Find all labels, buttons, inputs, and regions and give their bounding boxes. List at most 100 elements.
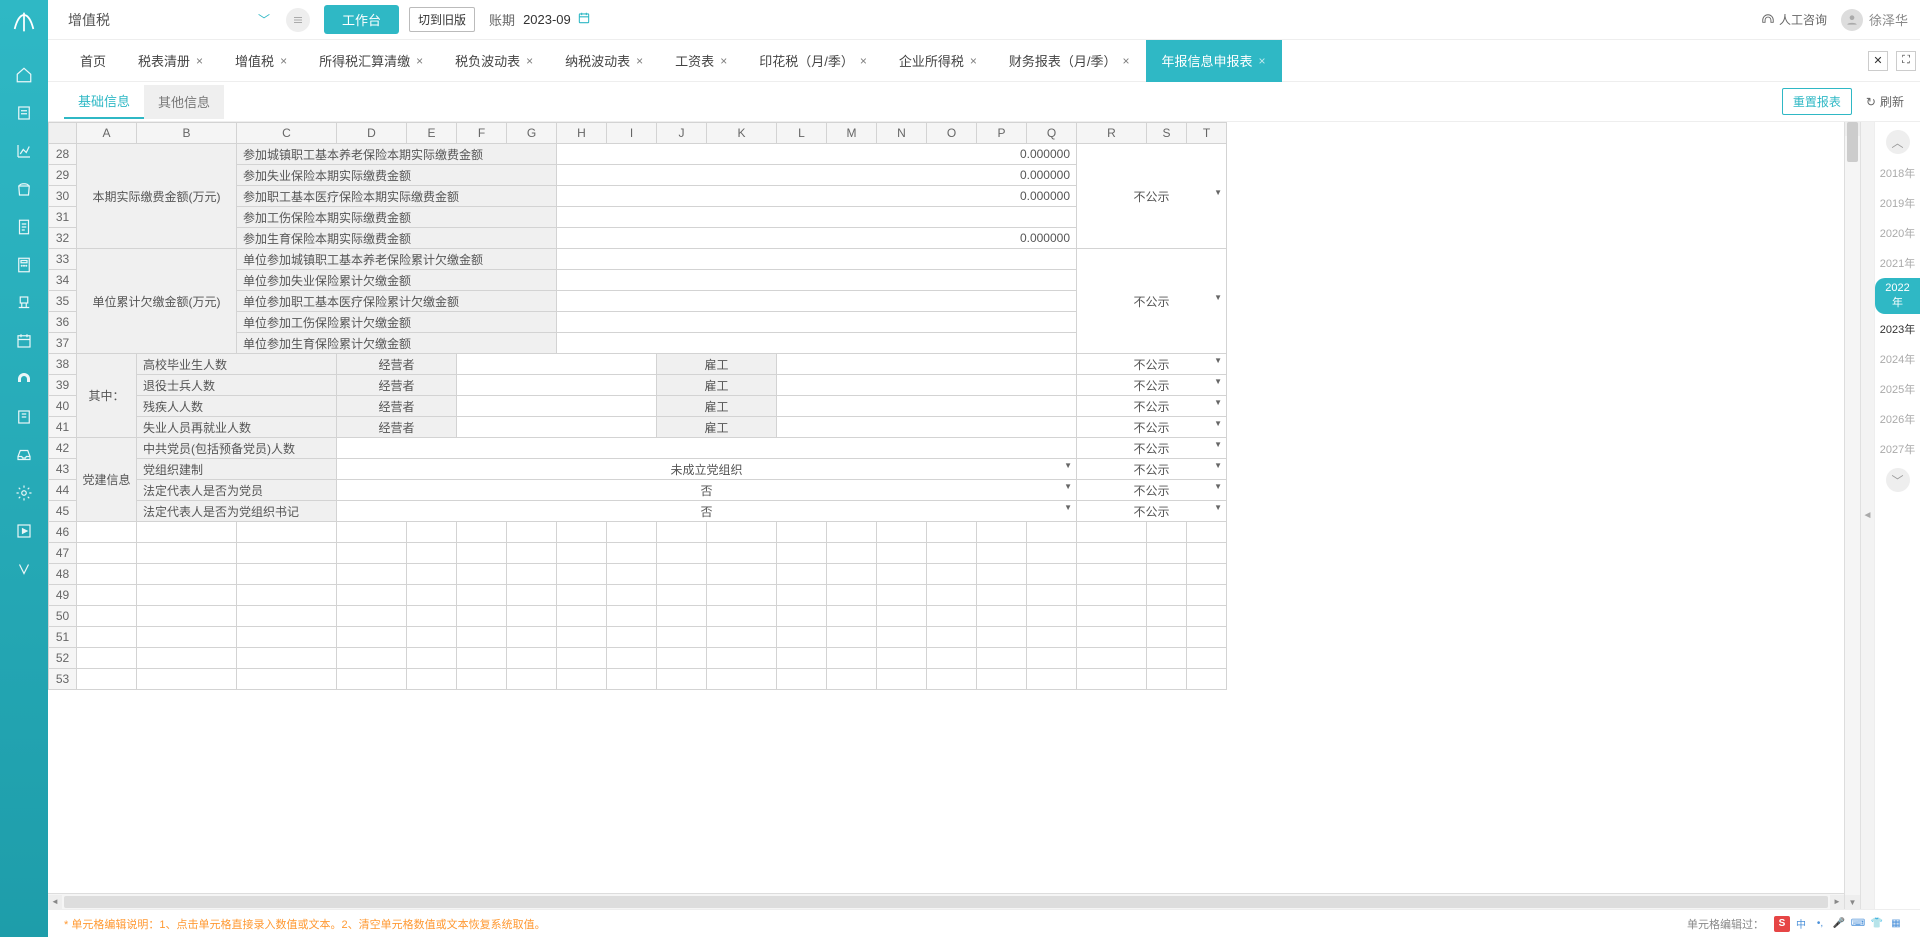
empty-cell[interactable] bbox=[1077, 648, 1147, 669]
cell-input[interactable] bbox=[777, 354, 1077, 375]
empty-cell[interactable] bbox=[457, 648, 507, 669]
tab-item[interactable]: 印花税（月/季）× bbox=[743, 40, 883, 82]
empty-cell[interactable] bbox=[1187, 627, 1227, 648]
empty-cell[interactable] bbox=[557, 648, 607, 669]
list-toggle-icon[interactable] bbox=[286, 8, 310, 32]
year-item[interactable]: 2020年 bbox=[1880, 218, 1915, 248]
ime-zhong-icon[interactable]: 中 bbox=[1793, 916, 1809, 932]
empty-cell[interactable] bbox=[927, 669, 977, 690]
row-head-38[interactable]: 38 bbox=[49, 354, 77, 375]
scroll-down-icon[interactable]: ▼ bbox=[1845, 895, 1860, 909]
col-head-J[interactable]: J bbox=[657, 123, 707, 144]
empty-cell[interactable] bbox=[827, 669, 877, 690]
empty-cell[interactable] bbox=[137, 606, 237, 627]
nav-inbox-icon[interactable] bbox=[6, 437, 42, 473]
empty-cell[interactable] bbox=[557, 669, 607, 690]
row-head-30[interactable]: 30 bbox=[49, 186, 77, 207]
tab-item[interactable]: 税表清册× bbox=[122, 40, 219, 82]
empty-cell[interactable] bbox=[1077, 522, 1147, 543]
tab-close-icon[interactable]: × bbox=[280, 54, 287, 68]
empty-cell[interactable] bbox=[507, 669, 557, 690]
tab-close-icon[interactable]: × bbox=[636, 54, 643, 68]
empty-cell[interactable] bbox=[407, 522, 457, 543]
year-item[interactable]: 2019年 bbox=[1880, 188, 1915, 218]
col-head-Q[interactable]: Q bbox=[1027, 123, 1077, 144]
empty-cell[interactable] bbox=[827, 522, 877, 543]
scroll-right-icon[interactable]: ► bbox=[1830, 895, 1844, 909]
empty-cell[interactable] bbox=[77, 522, 137, 543]
col-head-T[interactable]: T bbox=[1187, 123, 1227, 144]
empty-cell[interactable] bbox=[337, 648, 407, 669]
cell-value[interactable] bbox=[557, 270, 1077, 291]
row-head-46[interactable]: 46 bbox=[49, 522, 77, 543]
empty-cell[interactable] bbox=[657, 606, 707, 627]
tab-close-icon[interactable]: × bbox=[860, 54, 867, 68]
empty-cell[interactable] bbox=[657, 648, 707, 669]
empty-cell[interactable] bbox=[1077, 543, 1147, 564]
empty-cell[interactable] bbox=[607, 522, 657, 543]
row-head-41[interactable]: 41 bbox=[49, 417, 77, 438]
visibility-select[interactable]: 不公示 bbox=[1077, 438, 1227, 459]
empty-cell[interactable] bbox=[237, 564, 337, 585]
empty-cell[interactable] bbox=[137, 522, 237, 543]
empty-cell[interactable] bbox=[137, 585, 237, 606]
empty-cell[interactable] bbox=[777, 543, 827, 564]
empty-cell[interactable] bbox=[237, 606, 337, 627]
empty-cell[interactable] bbox=[977, 564, 1027, 585]
row-head-42[interactable]: 42 bbox=[49, 438, 77, 459]
tab-item[interactable]: 所得税汇算清缴× bbox=[303, 40, 439, 82]
empty-cell[interactable] bbox=[607, 648, 657, 669]
year-down-icon[interactable]: ﹀ bbox=[1886, 468, 1910, 492]
empty-cell[interactable] bbox=[237, 585, 337, 606]
empty-cell[interactable] bbox=[777, 627, 827, 648]
empty-cell[interactable] bbox=[407, 564, 457, 585]
empty-cell[interactable] bbox=[877, 648, 927, 669]
empty-cell[interactable] bbox=[827, 543, 877, 564]
empty-cell[interactable] bbox=[457, 627, 507, 648]
empty-cell[interactable] bbox=[507, 606, 557, 627]
empty-cell[interactable] bbox=[507, 648, 557, 669]
tab-item[interactable]: 纳税波动表× bbox=[549, 40, 659, 82]
empty-cell[interactable] bbox=[827, 564, 877, 585]
col-head-A[interactable]: A bbox=[77, 123, 137, 144]
empty-cell[interactable] bbox=[1077, 669, 1147, 690]
empty-cell[interactable] bbox=[927, 627, 977, 648]
empty-cell[interactable] bbox=[557, 543, 607, 564]
row-head-53[interactable]: 53 bbox=[49, 669, 77, 690]
empty-cell[interactable] bbox=[137, 564, 237, 585]
empty-cell[interactable] bbox=[1027, 648, 1077, 669]
empty-cell[interactable] bbox=[607, 585, 657, 606]
cell-input[interactable] bbox=[457, 354, 657, 375]
row-head-36[interactable]: 36 bbox=[49, 312, 77, 333]
empty-cell[interactable] bbox=[977, 627, 1027, 648]
row-head-39[interactable]: 39 bbox=[49, 375, 77, 396]
vertical-scrollbar[interactable]: ▲ ▼ bbox=[1844, 122, 1860, 909]
empty-cell[interactable] bbox=[557, 606, 607, 627]
empty-cell[interactable] bbox=[337, 543, 407, 564]
empty-cell[interactable] bbox=[557, 564, 607, 585]
empty-cell[interactable] bbox=[977, 522, 1027, 543]
year-item[interactable]: 2024年 bbox=[1880, 344, 1915, 374]
empty-cell[interactable] bbox=[237, 648, 337, 669]
nav-support-icon[interactable] bbox=[6, 361, 42, 397]
ime-punct-icon[interactable]: •, bbox=[1812, 916, 1828, 932]
cell-input[interactable] bbox=[777, 396, 1077, 417]
nav-settings-icon[interactable] bbox=[6, 475, 42, 511]
empty-cell[interactable] bbox=[607, 606, 657, 627]
empty-cell[interactable] bbox=[777, 648, 827, 669]
empty-cell[interactable] bbox=[407, 627, 457, 648]
empty-cell[interactable] bbox=[1147, 564, 1187, 585]
cell-value[interactable]: 0.000000 bbox=[557, 228, 1077, 249]
cell-value[interactable]: 0.000000 bbox=[557, 186, 1077, 207]
tab-item[interactable]: 企业所得税× bbox=[883, 40, 993, 82]
visibility-select[interactable]: 不公示 bbox=[1077, 354, 1227, 375]
empty-cell[interactable] bbox=[827, 606, 877, 627]
empty-cell[interactable] bbox=[337, 564, 407, 585]
empty-cell[interactable] bbox=[507, 522, 557, 543]
row-head-37[interactable]: 37 bbox=[49, 333, 77, 354]
empty-cell[interactable] bbox=[77, 648, 137, 669]
empty-cell[interactable] bbox=[557, 627, 607, 648]
empty-cell[interactable] bbox=[707, 648, 777, 669]
visibility-select[interactable]: 不公示 bbox=[1077, 375, 1227, 396]
switch-version-button[interactable]: 切到旧版 bbox=[409, 7, 475, 32]
